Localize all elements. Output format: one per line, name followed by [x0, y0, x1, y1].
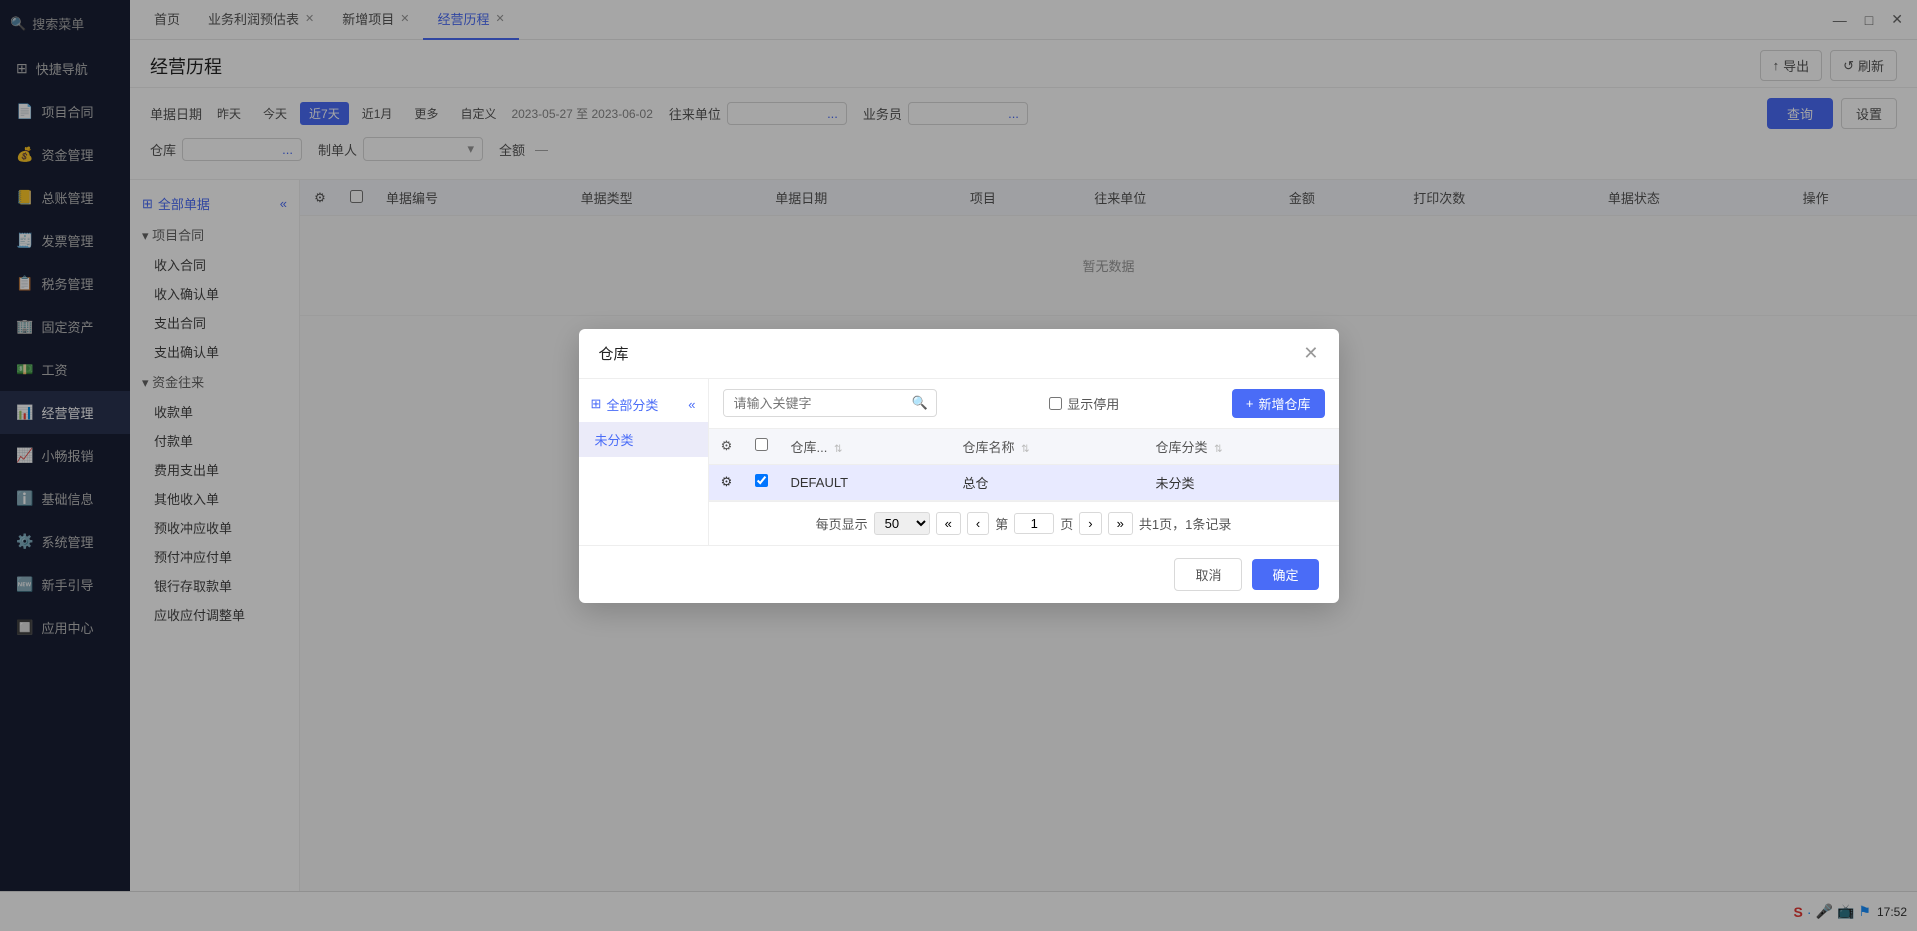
dialog-per-page-select[interactable]: 50100200 [874, 512, 930, 535]
row-category: 未分类 [1145, 464, 1338, 500]
dialog-last-page[interactable]: » [1108, 512, 1133, 535]
dialog-next-page[interactable]: › [1079, 512, 1101, 535]
sort-icon-category[interactable]: ⇅ [1214, 444, 1222, 455]
sort-icon-code[interactable]: ⇅ [834, 444, 842, 455]
sort-icon-name[interactable]: ⇅ [1021, 444, 1029, 455]
dialog-collapse-icon[interactable]: « [688, 397, 695, 412]
row-code: DEFAULT [781, 464, 953, 500]
dialog-footer: 取消 确定 [579, 545, 1339, 603]
confirm-button[interactable]: 确定 [1252, 559, 1318, 590]
dth-name: 仓库名称 ⇅ [953, 429, 1146, 465]
show-disabled-checkbox-label[interactable]: 显示停用 [1049, 394, 1119, 413]
show-disabled-checkbox[interactable] [1049, 397, 1062, 410]
row-name: 总仓 [953, 464, 1146, 500]
dialog-body: ⊞ 全部分类 « 未分类 🔍 显示停用 [579, 379, 1339, 545]
dialog-page-suffix: 页 [1060, 514, 1073, 533]
dialog-toolbar: 🔍 显示停用 + 新增仓库 [709, 379, 1339, 429]
dialog-first-page[interactable]: « [936, 512, 961, 535]
dialog-left-header[interactable]: ⊞ 全部分类 « [579, 387, 708, 422]
warehouse-table-header: ⚙ 仓库... ⇅ 仓库名称 ⇅ [709, 429, 1339, 465]
dialog-all-category-label: 全部分类 [606, 395, 658, 414]
dialog-search-input[interactable] [724, 391, 904, 416]
warehouse-dialog: 仓库 ✕ ⊞ 全部分类 « 未分类 [579, 329, 1339, 603]
dialog-header: 仓库 ✕ [579, 329, 1339, 379]
grid-icon-2: ⊞ [591, 396, 602, 412]
dth-settings[interactable]: ⚙ [709, 429, 745, 465]
dth-code: 仓库... ⇅ [781, 429, 953, 465]
dialog-page-label: 第 [995, 514, 1008, 533]
dialog-table-area: ⚙ 仓库... ⇅ 仓库名称 ⇅ [709, 429, 1339, 501]
dialog-per-page-label: 每页显示 [816, 514, 868, 533]
dialog-select-all[interactable] [755, 438, 768, 451]
dialog-left-panel: ⊞ 全部分类 « 未分类 [579, 379, 709, 545]
table-row[interactable]: ⚙ DEFAULT 总仓 未分类 [709, 464, 1339, 500]
row-settings[interactable]: ⚙ [709, 464, 745, 500]
dialog-prev-page[interactable]: ‹ [967, 512, 989, 535]
show-disabled-label: 显示停用 [1067, 394, 1119, 413]
dialog-category-item-uncategorized[interactable]: 未分类 [579, 422, 708, 457]
dialog-pagination: 每页显示 50100200 « ‹ 第 页 › » 共1页，1条记录 [709, 501, 1339, 545]
dth-checkbox[interactable] [745, 429, 781, 465]
add-btn-label: 新增仓库 [1258, 394, 1310, 413]
dialog-total-info: 共1页，1条记录 [1139, 514, 1231, 533]
row-checkbox-input[interactable] [755, 474, 768, 487]
warehouse-table: ⚙ 仓库... ⇅ 仓库名称 ⇅ [709, 429, 1339, 501]
dialog-title: 仓库 [599, 343, 629, 364]
modal-overlay: 仓库 ✕ ⊞ 全部分类 « 未分类 [0, 0, 1917, 931]
cancel-button[interactable]: 取消 [1174, 558, 1242, 591]
dialog-close-button[interactable]: ✕ [1303, 343, 1318, 364]
dialog-right-panel: 🔍 显示停用 + 新增仓库 [709, 379, 1339, 545]
dialog-page-input[interactable] [1014, 513, 1054, 534]
dialog-search-icon[interactable]: 🔍 [904, 390, 936, 416]
row-checkbox[interactable] [745, 464, 781, 500]
dth-category: 仓库分类 ⇅ [1145, 429, 1338, 465]
dialog-search-box: 🔍 [723, 389, 937, 417]
add-warehouse-button[interactable]: + 新增仓库 [1232, 389, 1325, 418]
plus-icon: + [1246, 396, 1254, 411]
